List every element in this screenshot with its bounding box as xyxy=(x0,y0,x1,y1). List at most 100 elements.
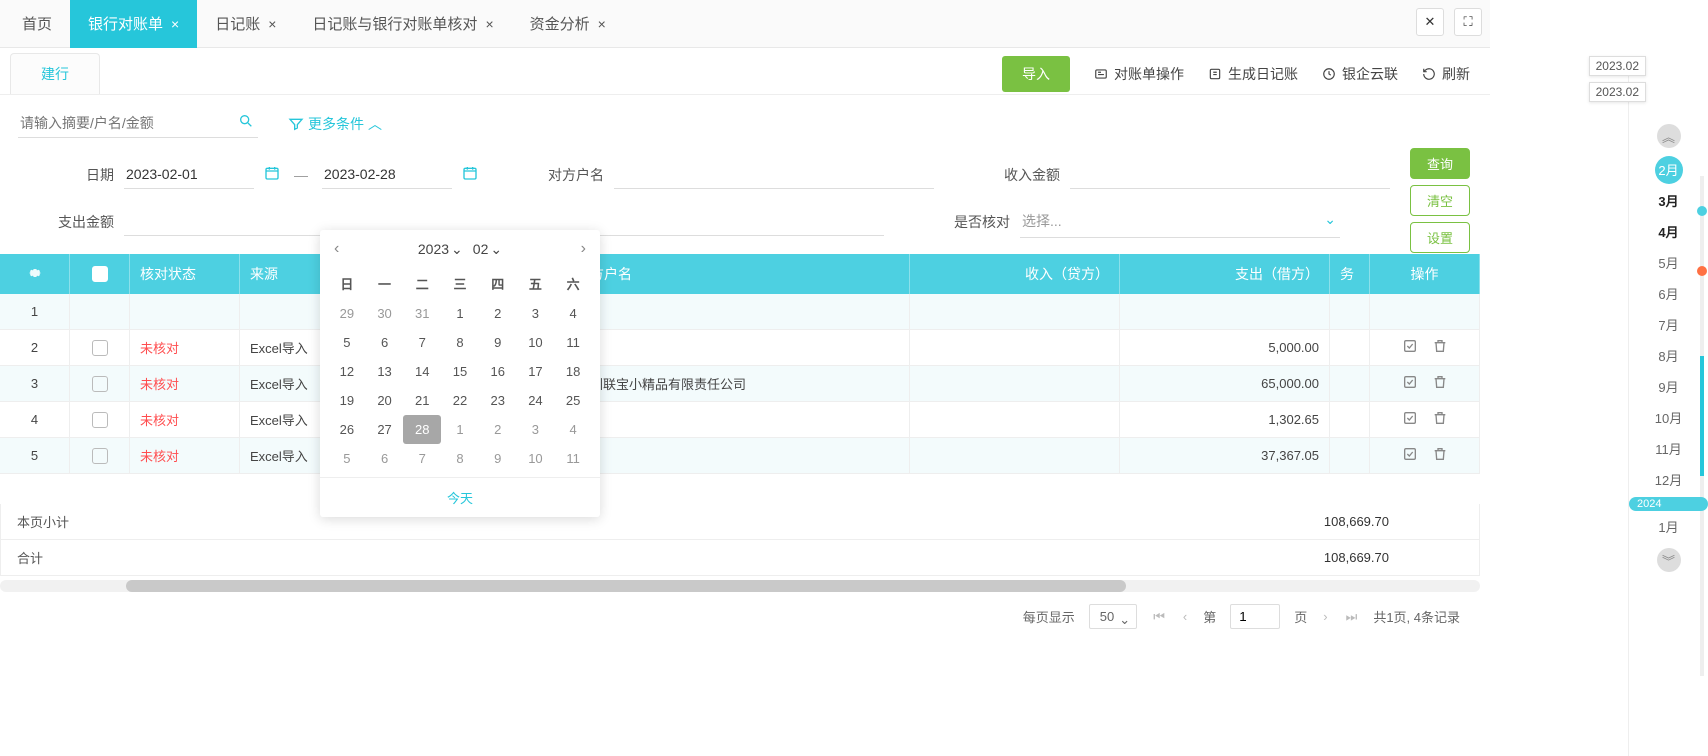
perpage-select[interactable]: 50⌄ xyxy=(1089,604,1137,629)
cal-day[interactable]: 6 xyxy=(366,444,404,473)
table-row[interactable]: 4未核对Excel导入1,302.65 xyxy=(0,402,1480,438)
cal-day[interactable]: 3 xyxy=(517,299,555,328)
tab-close-icon[interactable]: × xyxy=(485,16,493,32)
cal-day[interactable]: 15 xyxy=(441,357,479,386)
cal-year-select[interactable]: 2023⌄ xyxy=(418,241,463,258)
recon-ops-link[interactable]: 对账单操作 xyxy=(1094,64,1184,84)
cal-day[interactable]: 25 xyxy=(554,386,592,415)
search-icon[interactable] xyxy=(238,113,254,132)
cal-day[interactable]: 22 xyxy=(441,386,479,415)
page-next-icon[interactable]: › xyxy=(1321,609,1329,624)
cal-day[interactable]: 9 xyxy=(479,444,517,473)
col-expend[interactable]: 支出（借方） xyxy=(1120,254,1330,294)
tab-1[interactable]: 银行对账单× xyxy=(70,0,197,48)
cal-day[interactable]: 2 xyxy=(479,415,517,444)
check-square-icon[interactable] xyxy=(1402,374,1418,393)
gen-journal-link[interactable]: 生成日记账 xyxy=(1208,64,1298,84)
cal-day[interactable]: 3 xyxy=(517,415,555,444)
table-row[interactable]: 2未核对Excel导入5,000.00 xyxy=(0,330,1480,366)
trash-icon[interactable] xyxy=(1432,374,1448,393)
cal-day[interactable]: 28 xyxy=(403,415,441,444)
col-income[interactable]: 收入（贷方） xyxy=(910,254,1120,294)
cal-day[interactable]: 26 xyxy=(328,415,366,444)
cal-day[interactable]: 21 xyxy=(403,386,441,415)
counterparty-input[interactable] xyxy=(614,161,934,189)
cal-day[interactable]: 10 xyxy=(517,328,555,357)
trash-icon[interactable] xyxy=(1432,446,1448,465)
page-first-icon[interactable]: ⏮ xyxy=(1151,609,1167,625)
fullscreen-button[interactable]: ⛶ xyxy=(1454,8,1482,36)
page-last-icon[interactable]: ⏭ xyxy=(1344,609,1360,625)
calendar-from-icon[interactable] xyxy=(264,165,280,184)
tab-4[interactable]: 资金分析× xyxy=(512,0,624,48)
cal-day[interactable]: 5 xyxy=(328,328,366,357)
cal-day[interactable]: 27 xyxy=(366,415,404,444)
gear-icon[interactable] xyxy=(27,265,43,284)
timeline-up-icon[interactable]: ︽ xyxy=(1657,124,1681,148)
cal-day[interactable]: 20 xyxy=(366,386,404,415)
timeline-month[interactable]: 2月 xyxy=(1629,154,1708,185)
cal-day[interactable]: 5 xyxy=(328,444,366,473)
timeline-month[interactable]: 12月 xyxy=(1629,464,1708,495)
income-input[interactable] xyxy=(1070,161,1390,189)
select-all-checkbox[interactable] xyxy=(92,266,108,282)
check-square-icon[interactable] xyxy=(1402,410,1418,429)
cal-day[interactable]: 13 xyxy=(366,357,404,386)
timeline-down-icon[interactable]: ︾ xyxy=(1657,548,1681,572)
verify-select[interactable]: 选择...⌄ xyxy=(1020,205,1340,238)
row-checkbox[interactable] xyxy=(92,376,108,392)
cal-day[interactable]: 12 xyxy=(328,357,366,386)
cal-day[interactable]: 7 xyxy=(403,328,441,357)
cal-day[interactable]: 24 xyxy=(517,386,555,415)
cal-day[interactable]: 9 xyxy=(479,328,517,357)
cal-day[interactable]: 29 xyxy=(328,299,366,328)
import-button[interactable]: 导入 xyxy=(1002,56,1070,92)
cal-day[interactable]: 7 xyxy=(403,444,441,473)
table-row[interactable]: 1 xyxy=(0,294,1480,330)
trash-icon[interactable] xyxy=(1432,338,1448,357)
cal-day[interactable]: 11 xyxy=(554,328,592,357)
cal-day[interactable]: 4 xyxy=(554,415,592,444)
more-conditions-toggle[interactable]: 更多条件 ︿ xyxy=(288,114,382,134)
tab-close-icon[interactable]: × xyxy=(171,16,179,32)
cal-month-select[interactable]: 02⌄ xyxy=(473,241,502,258)
refresh-link[interactable]: 刷新 xyxy=(1422,64,1470,84)
cal-day[interactable]: 14 xyxy=(403,357,441,386)
cal-day[interactable]: 8 xyxy=(441,328,479,357)
timeline-month[interactable]: 5月 xyxy=(1629,247,1708,278)
timeline-month[interactable]: 3月 xyxy=(1629,185,1708,216)
col-extra[interactable]: 务 xyxy=(1330,254,1370,294)
cal-today-button[interactable]: 今天 xyxy=(320,477,600,511)
timeline-month[interactable]: 4月 xyxy=(1629,216,1708,247)
page-input[interactable] xyxy=(1230,604,1280,629)
cal-day[interactable]: 23 xyxy=(479,386,517,415)
cal-day[interactable]: 1 xyxy=(441,299,479,328)
cal-day[interactable]: 30 xyxy=(366,299,404,328)
timeline-month[interactable]: 6月 xyxy=(1629,278,1708,309)
cal-day[interactable]: 8 xyxy=(441,444,479,473)
table-row[interactable]: 3未核对Excel导入圳联宝小精品有限责任公司65,000.00 xyxy=(0,366,1480,402)
cal-day[interactable]: 4 xyxy=(554,299,592,328)
table-row[interactable]: 5未核对Excel导入37,367.05 xyxy=(0,438,1480,474)
tab-close-icon[interactable]: × xyxy=(598,16,606,32)
timeline-month[interactable]: 10月 xyxy=(1629,402,1708,433)
cal-day[interactable]: 19 xyxy=(328,386,366,415)
trash-icon[interactable] xyxy=(1432,410,1448,429)
row-checkbox[interactable] xyxy=(92,340,108,356)
search-input[interactable] xyxy=(18,109,258,138)
col-op[interactable]: 操作 xyxy=(1370,254,1480,294)
cal-day[interactable]: 18 xyxy=(554,357,592,386)
tab-2[interactable]: 日记账× xyxy=(197,0,294,48)
check-square-icon[interactable] xyxy=(1402,338,1418,357)
page-prev-icon[interactable]: ‹ xyxy=(1181,609,1189,624)
tab-close-icon[interactable]: × xyxy=(268,16,276,32)
tab-0[interactable]: 首页 xyxy=(4,0,70,48)
timeline-month[interactable]: 7月 xyxy=(1629,309,1708,340)
cal-day[interactable]: 6 xyxy=(366,328,404,357)
cal-day[interactable]: 1 xyxy=(441,415,479,444)
timeline-month[interactable]: 1月 xyxy=(1629,511,1708,542)
cal-day[interactable]: 31 xyxy=(403,299,441,328)
timeline-month[interactable]: 9月 xyxy=(1629,371,1708,402)
date-from-input[interactable] xyxy=(124,160,254,189)
query-button[interactable]: 查询 xyxy=(1410,148,1470,179)
